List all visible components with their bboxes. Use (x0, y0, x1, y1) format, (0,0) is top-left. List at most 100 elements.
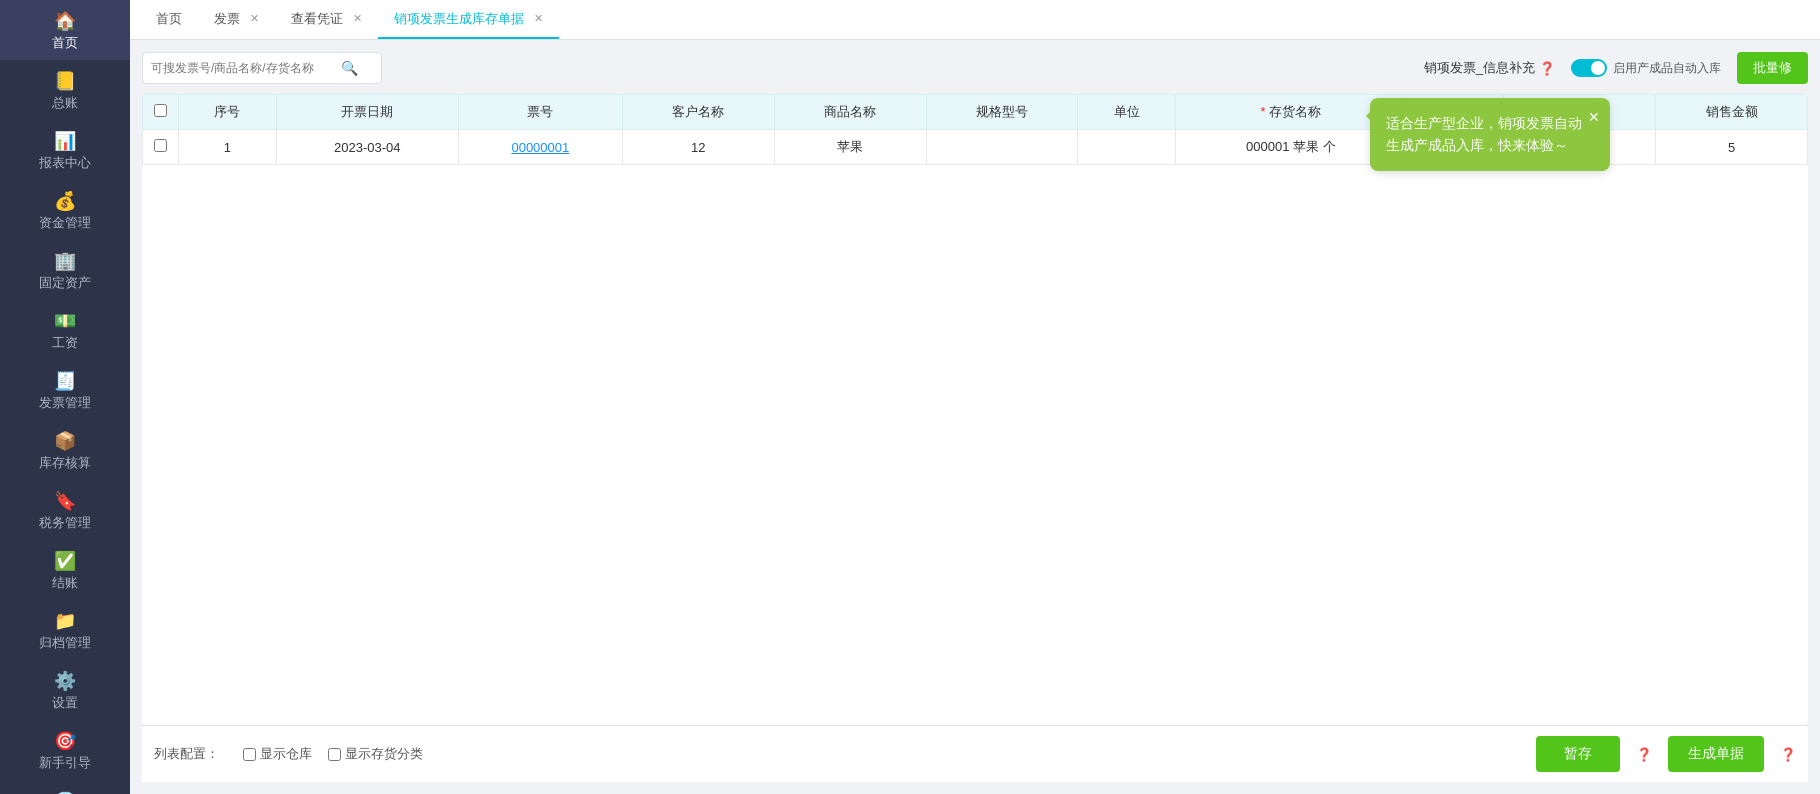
select-all-header[interactable] (143, 95, 179, 130)
close-active-tab-icon[interactable]: ✕ (534, 12, 543, 25)
funds-icon: 💰 (54, 192, 76, 210)
search-icon: 🔍 (341, 60, 358, 76)
cell-date: 2023-03-04 (276, 130, 458, 165)
show-category-checkbox[interactable] (328, 748, 341, 761)
sidebar-item-ledger[interactable]: 📒 总账 (0, 60, 130, 120)
sidebar-item-funds[interactable]: 💰 资金管理 (0, 180, 130, 240)
sidebar-item-settle[interactable]: ✅ 结账 (0, 540, 130, 600)
select-all-checkbox[interactable] (154, 104, 167, 117)
toolbar-right: 销项发票_信息补充 ❓ 启用产成品自动入库 批量修 (1424, 52, 1808, 84)
data-table-wrap: 序号 开票日期 票号 客户名称 商品名称 规格型号 单位 * 存货名称 数量 销… (142, 94, 1808, 725)
col-unit: 单位 (1078, 95, 1176, 130)
tax-icon: 🔖 (54, 492, 76, 510)
tab-active[interactable]: 销项发票生成库存单据 ✕ (378, 0, 559, 39)
sidebar-item-label: 首页 (52, 34, 78, 52)
sidebar-item-guide[interactable]: 🎯 新手引导 (0, 720, 130, 780)
info-label: 销项发票_信息补充 ❓ (1424, 59, 1555, 77)
sidebar-item-settings[interactable]: ⚙️ 设置 (0, 660, 130, 720)
cell-unit (1078, 130, 1176, 165)
sidebar-item-label: 税务管理 (39, 514, 91, 532)
col-spec: 规格型号 (926, 95, 1078, 130)
row-checkbox[interactable] (154, 139, 167, 152)
sidebar-item-vip[interactable]: 💎 畅会员 (0, 780, 130, 794)
payroll-icon: 💵 (54, 312, 76, 330)
sidebar-item-label: 报表中心 (39, 154, 91, 172)
sidebar-item-label: 发票管理 (39, 394, 91, 412)
report-icon: 📊 (54, 132, 76, 150)
bottom-bar: 列表配置： 显示仓库 显示存货分类 暂存 ❓ 生成单据 ❓ (142, 725, 1808, 782)
save-help-icon[interactable]: ❓ (1636, 747, 1652, 762)
bottom-actions: 暂存 ❓ 生成单据 ❓ (1536, 736, 1796, 772)
list-config-label: 列表配置： (154, 745, 219, 763)
main-area: 首页 发票 ✕ 查看凭证 ✕ 销项发票生成库存单据 ✕ 🔍 销项发票_信息补充 (130, 0, 1820, 794)
guide-icon: 🎯 (54, 732, 76, 750)
sidebar-item-label: 归档管理 (39, 634, 91, 652)
close-voucher-tab-icon[interactable]: ✕ (353, 12, 362, 25)
assets-icon: 🏢 (54, 252, 76, 270)
archive-icon: 📁 (54, 612, 76, 630)
sidebar-item-invoice[interactable]: 🧾 发票管理 (0, 360, 130, 420)
cell-customer: 12 (622, 130, 774, 165)
info-help-icon[interactable]: ❓ (1539, 61, 1555, 76)
sidebar-item-report[interactable]: 📊 报表中心 (0, 120, 130, 180)
auto-warehouse-toggle[interactable] (1571, 59, 1607, 77)
inventory-icon: 📦 (54, 432, 76, 450)
cell-seq: 1 (179, 130, 277, 165)
toolbar: 🔍 销项发票_信息补充 ❓ 启用产成品自动入库 批量修 (142, 52, 1808, 84)
sidebar-item-label: 库存核算 (39, 454, 91, 472)
col-date: 开票日期 (276, 95, 458, 130)
cell-ticket[interactable]: 00000001 (458, 130, 622, 165)
tabbar: 首页 发票 ✕ 查看凭证 ✕ 销项发票生成库存单据 ✕ (130, 0, 1820, 40)
col-amount: 销售金额 (1656, 95, 1808, 130)
tooltip-close-icon[interactable]: ✕ (1588, 106, 1600, 128)
sidebar-item-home[interactable]: 🏠 首页 (0, 0, 130, 60)
sidebar-item-assets[interactable]: 🏢 固定资产 (0, 240, 130, 300)
sidebar-item-payroll[interactable]: 💵 工资 (0, 300, 130, 360)
toggle-label: 启用产成品自动入库 (1613, 60, 1721, 77)
sidebar-item-label: 新手引导 (39, 754, 91, 772)
search-box[interactable]: 🔍 (142, 52, 382, 84)
sidebar-item-label: 资金管理 (39, 214, 91, 232)
col-customer: 客户名称 (622, 95, 774, 130)
sidebar-item-label: 结账 (52, 574, 78, 592)
sidebar-item-label: 设置 (52, 694, 78, 712)
info-label-text: 销项发票_信息补充 (1424, 59, 1535, 77)
tab-home[interactable]: 首页 (140, 0, 198, 39)
tab-voucher[interactable]: 查看凭证 ✕ (275, 0, 378, 39)
sidebar-item-tax[interactable]: 🔖 税务管理 (0, 480, 130, 540)
close-invoice-tab-icon[interactable]: ✕ (250, 12, 259, 25)
col-product: 商品名称 (774, 95, 926, 130)
cell-product: 苹果 (774, 130, 926, 165)
show-warehouse-checkbox[interactable] (243, 748, 256, 761)
generate-help-icon[interactable]: ❓ (1780, 747, 1796, 762)
tab-voucher-label: 查看凭证 (291, 10, 343, 28)
search-input[interactable] (151, 61, 341, 75)
tooltip-bubble: ✕ 适合生产型企业，销项发票自动生成产成品入库，快来体验～ (1370, 98, 1610, 171)
sidebar-item-label: 工资 (52, 334, 78, 352)
tab-active-label: 销项发票生成库存单据 (394, 10, 524, 28)
sidebar: 🏠 首页 📒 总账 📊 报表中心 💰 资金管理 🏢 固定资产 💵 工资 🧾 发票… (0, 0, 130, 794)
col-seq: 序号 (179, 95, 277, 130)
sidebar-item-inventory[interactable]: 📦 库存核算 (0, 420, 130, 480)
cell-amount: 5 (1656, 130, 1808, 165)
sidebar-item-label: 总账 (52, 94, 78, 112)
tab-invoice[interactable]: 发票 ✕ (198, 0, 275, 39)
toggle-wrap: 启用产成品自动入库 (1571, 59, 1721, 77)
sidebar-item-label: 固定资产 (39, 274, 91, 292)
content-area: 🔍 销项发票_信息补充 ❓ 启用产成品自动入库 批量修 (130, 40, 1820, 794)
ledger-icon: 📒 (54, 72, 76, 90)
settle-icon: ✅ (54, 552, 76, 570)
save-button[interactable]: 暂存 (1536, 736, 1620, 772)
sidebar-item-archive[interactable]: 📁 归档管理 (0, 600, 130, 660)
tab-home-label: 首页 (156, 10, 182, 28)
tooltip-text: 适合生产型企业，销项发票自动生成产成品入库，快来体验～ (1386, 115, 1582, 153)
generate-button[interactable]: 生成单据 (1668, 736, 1764, 772)
home-icon: 🏠 (54, 12, 76, 30)
settings-icon: ⚙️ (54, 672, 76, 690)
invoice-icon: 🧾 (54, 372, 76, 390)
show-warehouse-label[interactable]: 显示仓库 (243, 745, 312, 763)
row-checkbox-cell[interactable] (143, 130, 179, 165)
cell-spec (926, 130, 1078, 165)
batch-button[interactable]: 批量修 (1737, 52, 1808, 84)
show-category-label[interactable]: 显示存货分类 (328, 745, 423, 763)
